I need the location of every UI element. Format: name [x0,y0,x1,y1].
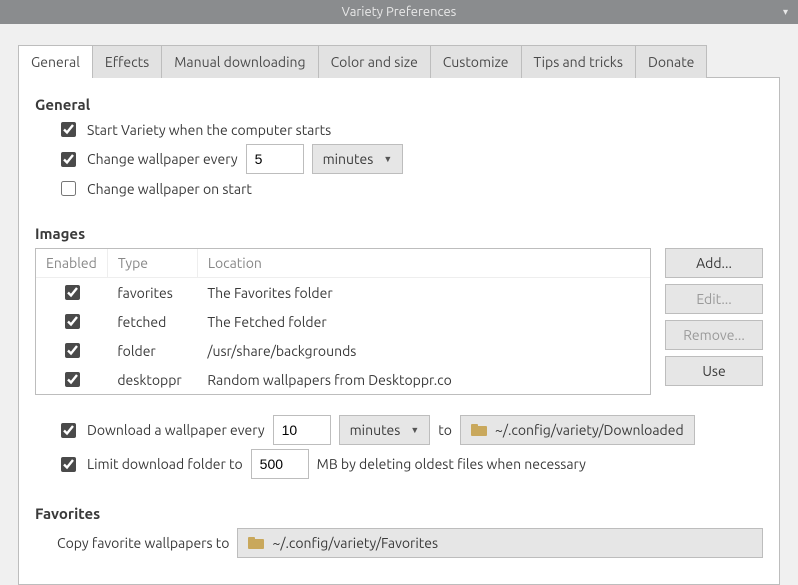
row-type: folder [107,336,197,365]
images-table[interactable]: Enabled Type Location favorites The Favo… [35,248,651,395]
table-row[interactable]: desktoppr Random wallpapers from Desktop… [36,365,650,394]
titlebar: Variety Preferences ▾ [0,0,798,24]
window-title: Variety Preferences [342,5,457,19]
change-every-checkbox[interactable] [61,152,76,167]
folder-icon [248,537,264,549]
tabbar: General Effects Manual downloading Color… [18,44,780,77]
window-menu-caret-icon[interactable]: ▾ [783,0,788,24]
download-every-unit-combo[interactable]: minutes ▼ [339,415,431,445]
limit-folder-label: Limit download folder to [87,456,243,472]
tab-customize[interactable]: Customize [431,45,522,78]
row-location: The Fetched folder [197,307,650,336]
tab-general[interactable]: General [18,45,93,78]
start-on-boot-label: Start Variety when the computer starts [87,122,331,138]
download-path: ~/.config/variety/Downloaded [495,422,684,438]
chevron-down-icon: ▼ [410,425,419,435]
tab-donate[interactable]: Donate [636,45,707,78]
change-every-unit-combo[interactable]: minutes ▼ [312,144,404,174]
row-enabled-checkbox[interactable] [65,343,80,358]
row-location: The Favorites folder [197,278,650,308]
use-button[interactable]: Use [665,356,763,386]
start-on-boot-checkbox[interactable] [61,122,76,137]
col-enabled[interactable]: Enabled [36,249,107,278]
row-type: favorites [107,278,197,308]
download-every-checkbox[interactable] [61,423,76,438]
change-on-start-checkbox[interactable] [61,181,76,196]
download-path-chooser[interactable]: ~/.config/variety/Downloaded [460,415,695,445]
table-row[interactable]: fetched The Fetched folder [36,307,650,336]
favorites-path-chooser[interactable]: ~/.config/variety/Favorites [237,528,763,558]
col-type[interactable]: Type [107,249,197,278]
limit-folder-checkbox[interactable] [61,457,76,472]
folder-icon [471,424,487,436]
row-enabled-checkbox[interactable] [65,372,80,387]
download-to-label: to [438,422,452,438]
add-button[interactable]: Add... [665,248,763,278]
edit-button[interactable]: Edit... [665,284,763,314]
tab-tips-and-tricks[interactable]: Tips and tricks [522,45,636,78]
section-heading-favorites: Favorites [35,505,763,522]
favorites-path: ~/.config/variety/Favorites [272,535,438,551]
change-every-unit-label: minutes [323,151,374,167]
download-every-unit-label: minutes [350,422,401,438]
limit-folder-value[interactable] [251,449,309,479]
change-every-value[interactable] [246,144,304,174]
change-every-label: Change wallpaper every [87,151,238,167]
tab-effects[interactable]: Effects [93,45,162,78]
table-row[interactable]: folder /usr/share/backgrounds [36,336,650,365]
row-type: desktoppr [107,365,197,394]
content-area: General Effects Manual downloading Color… [0,24,798,585]
limit-folder-suffix: MB by deleting oldest files when necessa… [317,456,586,472]
change-on-start-label: Change wallpaper on start [87,181,252,197]
tab-manual-downloading[interactable]: Manual downloading [162,45,318,78]
row-type: fetched [107,307,197,336]
table-row[interactable]: favorites The Favorites folder [36,278,650,308]
images-side-buttons: Add... Edit... Remove... Use [665,248,763,386]
row-location: Random wallpapers from Desktoppr.co [197,365,650,394]
section-heading-general: General [35,96,763,113]
row-enabled-checkbox[interactable] [65,314,80,329]
tab-color-and-size[interactable]: Color and size [319,45,431,78]
section-heading-images: Images [35,225,763,242]
remove-button[interactable]: Remove... [665,320,763,350]
favorites-copy-label: Copy favorite wallpapers to [57,535,229,551]
col-location[interactable]: Location [197,249,650,278]
row-location: /usr/share/backgrounds [197,336,650,365]
tabpanel-general: General Start Variety when the computer … [18,77,780,585]
download-every-value[interactable] [273,415,331,445]
table-header-row: Enabled Type Location [36,249,650,278]
chevron-down-icon: ▼ [383,154,392,164]
row-enabled-checkbox[interactable] [65,285,80,300]
download-every-label: Download a wallpaper every [87,422,265,438]
